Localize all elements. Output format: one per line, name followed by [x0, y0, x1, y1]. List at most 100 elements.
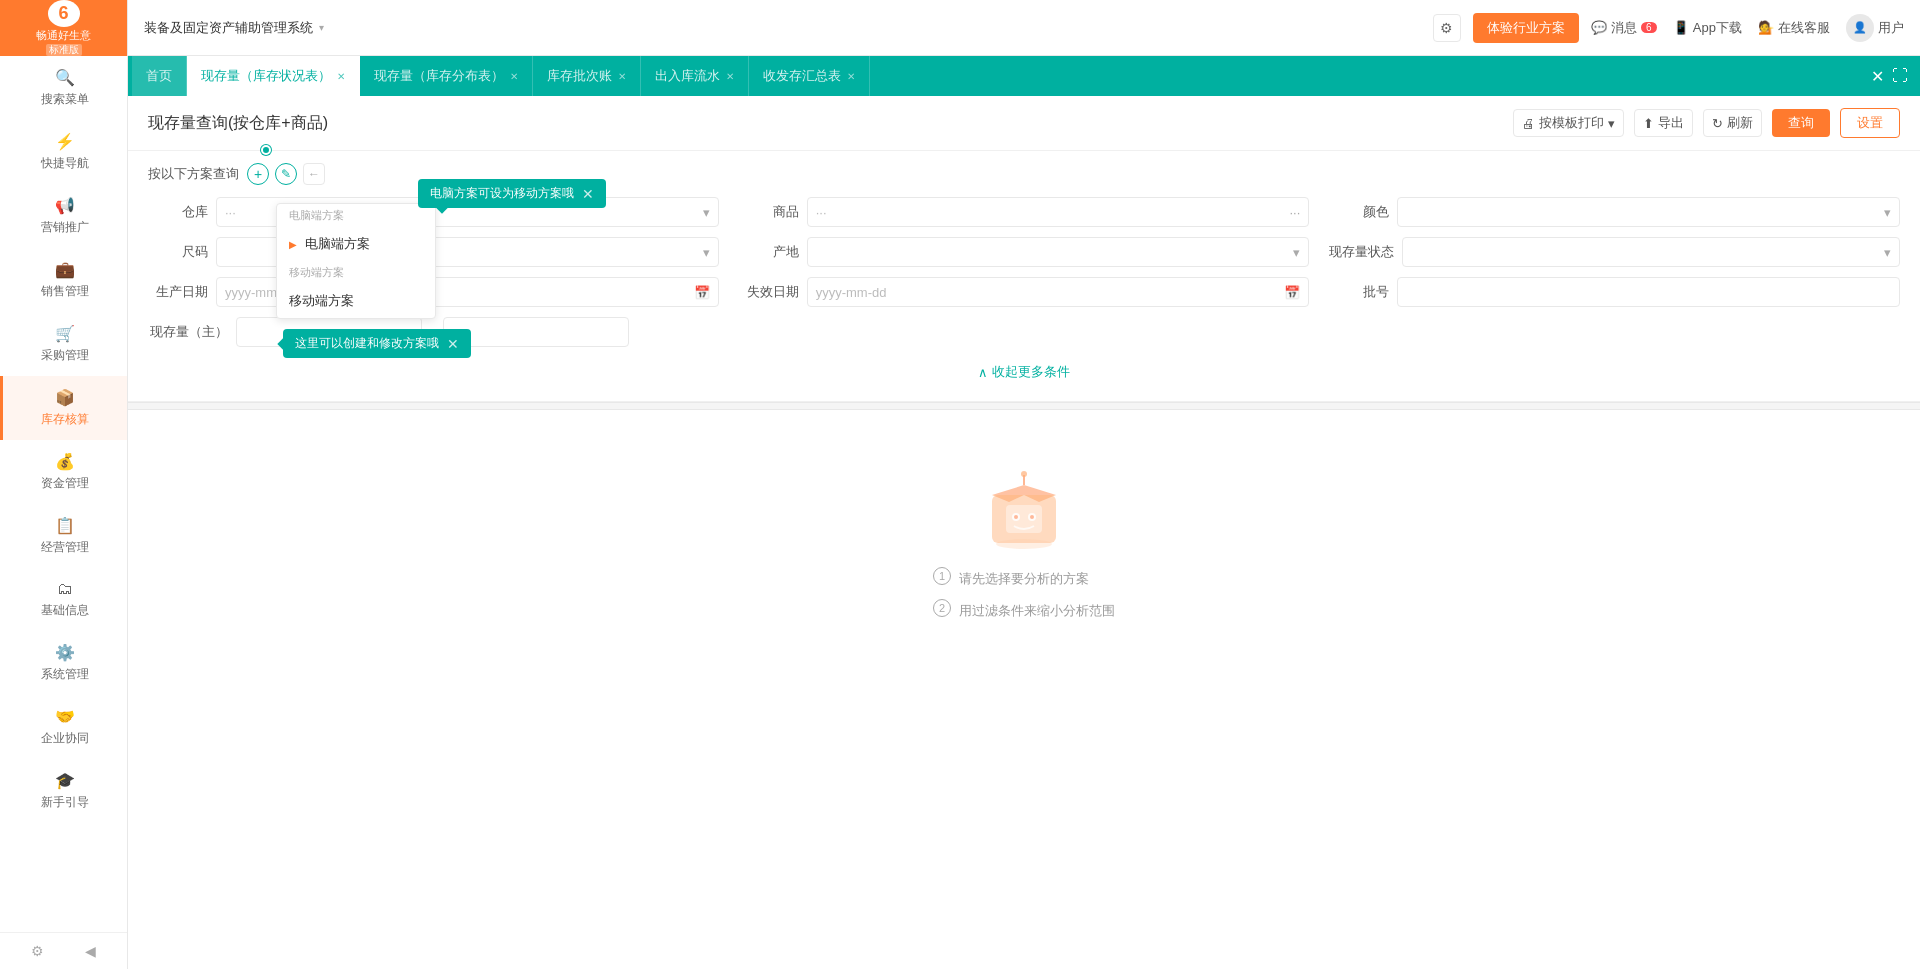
collab-icon: 🤝: [55, 707, 75, 726]
batch-input[interactable]: [1397, 277, 1900, 307]
empty-state: 1 请先选择要分析的方案 2 用过滤条件来缩小分析范围: [128, 410, 1920, 684]
sidebar-item-guide[interactable]: 🎓 新手引导: [0, 759, 127, 823]
system-dropdown-icon[interactable]: ▾: [319, 22, 324, 33]
tab-close-inventory-status[interactable]: ✕: [337, 71, 345, 82]
expiry-date-input[interactable]: yyyy-mm-dd 📅: [807, 277, 1310, 307]
prod-date-label: 生产日期: [148, 283, 208, 301]
refresh-btn[interactable]: ↻ 刷新: [1703, 109, 1762, 137]
tab-inventory-status[interactable]: 现存量（库存状况表） ✕: [187, 56, 360, 96]
svg-point-4: [1014, 515, 1018, 519]
tab-receive-send[interactable]: 收发存汇总表 ✕: [749, 56, 870, 96]
tab-close-inout-flow[interactable]: ✕: [726, 71, 734, 82]
main-area: 装备及固定资产辅助管理系统 ▾ ⚙ 体验行业方案 💬 消息 6 📱 App下载 …: [128, 0, 1920, 969]
content-area: 现存量查询(按仓库+商品) 🖨 按模板打印 ▾ ⬆ 导出 ↻ 刷新 查询 设置: [128, 96, 1920, 969]
color-select[interactable]: ▾: [1397, 197, 1900, 227]
system-icon: ⚙️: [55, 643, 75, 662]
filter-row-product: 商品 ··· ···: [739, 197, 1310, 227]
query-btn[interactable]: 查询: [1772, 109, 1830, 137]
sidebar-item-operations[interactable]: 📋 经营管理: [0, 504, 127, 568]
phone-icon: 📱: [1673, 20, 1689, 35]
footer-settings-btn[interactable]: ⚙: [31, 943, 44, 959]
close-all-tabs-btn[interactable]: ✕: [1871, 67, 1884, 86]
settings-gear-icon: ⚙: [1440, 20, 1453, 36]
sidebar-item-purchase[interactable]: 🛒 采购管理: [0, 312, 127, 376]
chevron-up-icon: ∧: [978, 365, 988, 380]
origin-select[interactable]: ▾: [807, 237, 1310, 267]
tab-inout-flow[interactable]: 出入库流水 ✕: [641, 56, 749, 96]
product-select[interactable]: ··· ···: [807, 197, 1310, 227]
warehouse-label: 仓库: [148, 203, 208, 221]
sidebar-item-marketing[interactable]: 📢 营销推广: [0, 184, 127, 248]
sidebar-item-basic[interactable]: 🗂 基础信息: [0, 568, 127, 631]
user-action[interactable]: 👤 用户: [1846, 14, 1904, 42]
tooltip2-close-btn[interactable]: ✕: [447, 336, 459, 352]
stock-status-select[interactable]: ▾: [1402, 237, 1900, 267]
warehouse-dropdown-icon: ▾: [703, 205, 710, 220]
filter-row-stock-status: 现存量状态 ▾: [1329, 237, 1900, 267]
refresh-icon: ↻: [1712, 116, 1723, 131]
collapse-filter-btn[interactable]: ∧ 收起更多条件: [148, 355, 1900, 389]
tab-inventory-dist[interactable]: 现存量（库存分布表） ✕: [360, 56, 533, 96]
print-dropdown-icon: ▾: [1608, 116, 1615, 131]
sidebar-item-inventory[interactable]: 📦 库存核算: [0, 376, 127, 440]
step-2-num: 2: [933, 599, 951, 617]
footer-collapse-btn[interactable]: ◀: [85, 943, 96, 959]
tab-home[interactable]: 首页: [132, 56, 187, 96]
tooltip-pc-to-mobile: 电脑方案可设为移动方案哦 ✕: [418, 179, 606, 208]
size-label: 尺码: [148, 243, 208, 261]
filter-back-btn[interactable]: ←: [303, 163, 325, 185]
stock-status-dropdown-icon: ▾: [1884, 245, 1891, 260]
search-icon: 🔍: [55, 68, 75, 87]
finance-icon: 💰: [55, 452, 75, 471]
empty-state-icon: [974, 470, 1074, 550]
filter-header: 按以下方案查询 + ✎ ←: [148, 163, 1900, 185]
sidebar-item-collab[interactable]: 🤝 企业协同: [0, 695, 127, 759]
header-settings-btn[interactable]: ⚙: [1433, 14, 1461, 42]
inventory-icon: 📦: [55, 388, 75, 407]
filter-add-btn[interactable]: +: [247, 163, 269, 185]
marketing-icon: 📢: [55, 196, 75, 215]
sidebar-item-nav[interactable]: ⚡ 快捷导航: [0, 120, 127, 184]
message-icon: 💬: [1591, 20, 1607, 35]
fullscreen-btn[interactable]: ⛶: [1892, 67, 1908, 85]
scheme-list: 电脑端方案 ▶ 电脑端方案 移动端方案 移动端方案: [276, 203, 436, 319]
avatar: 👤: [1846, 14, 1874, 42]
empty-state-text: 1 请先选择要分析的方案 2 用过滤条件来缩小分析范围: [933, 566, 1115, 624]
online-support-action[interactable]: 💁 在线客服: [1758, 19, 1830, 37]
operations-icon: 📋: [55, 516, 75, 535]
sidebar-item-sales[interactable]: 💼 销售管理: [0, 248, 127, 312]
product-label: 商品: [739, 203, 799, 221]
tooltip1-close-btn[interactable]: ✕: [582, 186, 594, 202]
tab-close-batch-ledger[interactable]: ✕: [618, 71, 626, 82]
support-icon: 💁: [1758, 20, 1774, 35]
page-actions: 🖨 按模板打印 ▾ ⬆ 导出 ↻ 刷新 查询 设置: [1513, 108, 1900, 138]
message-action[interactable]: 💬 消息 6: [1591, 19, 1657, 37]
print-btn[interactable]: 🖨 按模板打印 ▾: [1513, 109, 1624, 137]
empty-step-2: 2 用过滤条件来缩小分析范围: [933, 598, 1115, 624]
user-icon: 👤: [1853, 21, 1867, 34]
sidebar-logo: 6 畅通好生意 标准版: [0, 0, 127, 56]
experience-btn[interactable]: 体验行业方案: [1473, 13, 1579, 43]
page-title: 现存量查询(按仓库+商品): [148, 113, 328, 134]
origin-dropdown-icon: ▾: [1293, 245, 1300, 260]
export-icon: ⬆: [1643, 116, 1654, 131]
empty-step-1: 1 请先选择要分析的方案: [933, 566, 1115, 592]
scheme-item-mobile[interactable]: 移动端方案: [277, 284, 435, 318]
logo-icon: 6: [48, 0, 80, 27]
svg-point-5: [1030, 515, 1034, 519]
sidebar-item-search[interactable]: 🔍 搜索菜单: [0, 56, 127, 120]
scheme-item-pc[interactable]: ▶ 电脑端方案: [277, 227, 435, 261]
settings-btn[interactable]: 设置: [1840, 108, 1900, 138]
size-dropdown-icon: ▾: [703, 245, 710, 260]
tab-bar-actions: ✕ ⛶: [1871, 67, 1916, 86]
app-download-action[interactable]: 📱 App下载: [1673, 19, 1742, 37]
export-btn[interactable]: ⬆ 导出: [1634, 109, 1693, 137]
tab-batch-ledger[interactable]: 库存批次账 ✕: [533, 56, 641, 96]
tab-close-receive-send[interactable]: ✕: [847, 71, 855, 82]
filter-edit-btn[interactable]: ✎: [275, 163, 297, 185]
tab-close-inventory-dist[interactable]: ✕: [510, 71, 518, 82]
sidebar-item-finance[interactable]: 💰 资金管理: [0, 440, 127, 504]
sidebar-item-system[interactable]: ⚙️ 系统管理: [0, 631, 127, 695]
batch-label: 批号: [1329, 283, 1389, 301]
color-label: 颜色: [1329, 203, 1389, 221]
